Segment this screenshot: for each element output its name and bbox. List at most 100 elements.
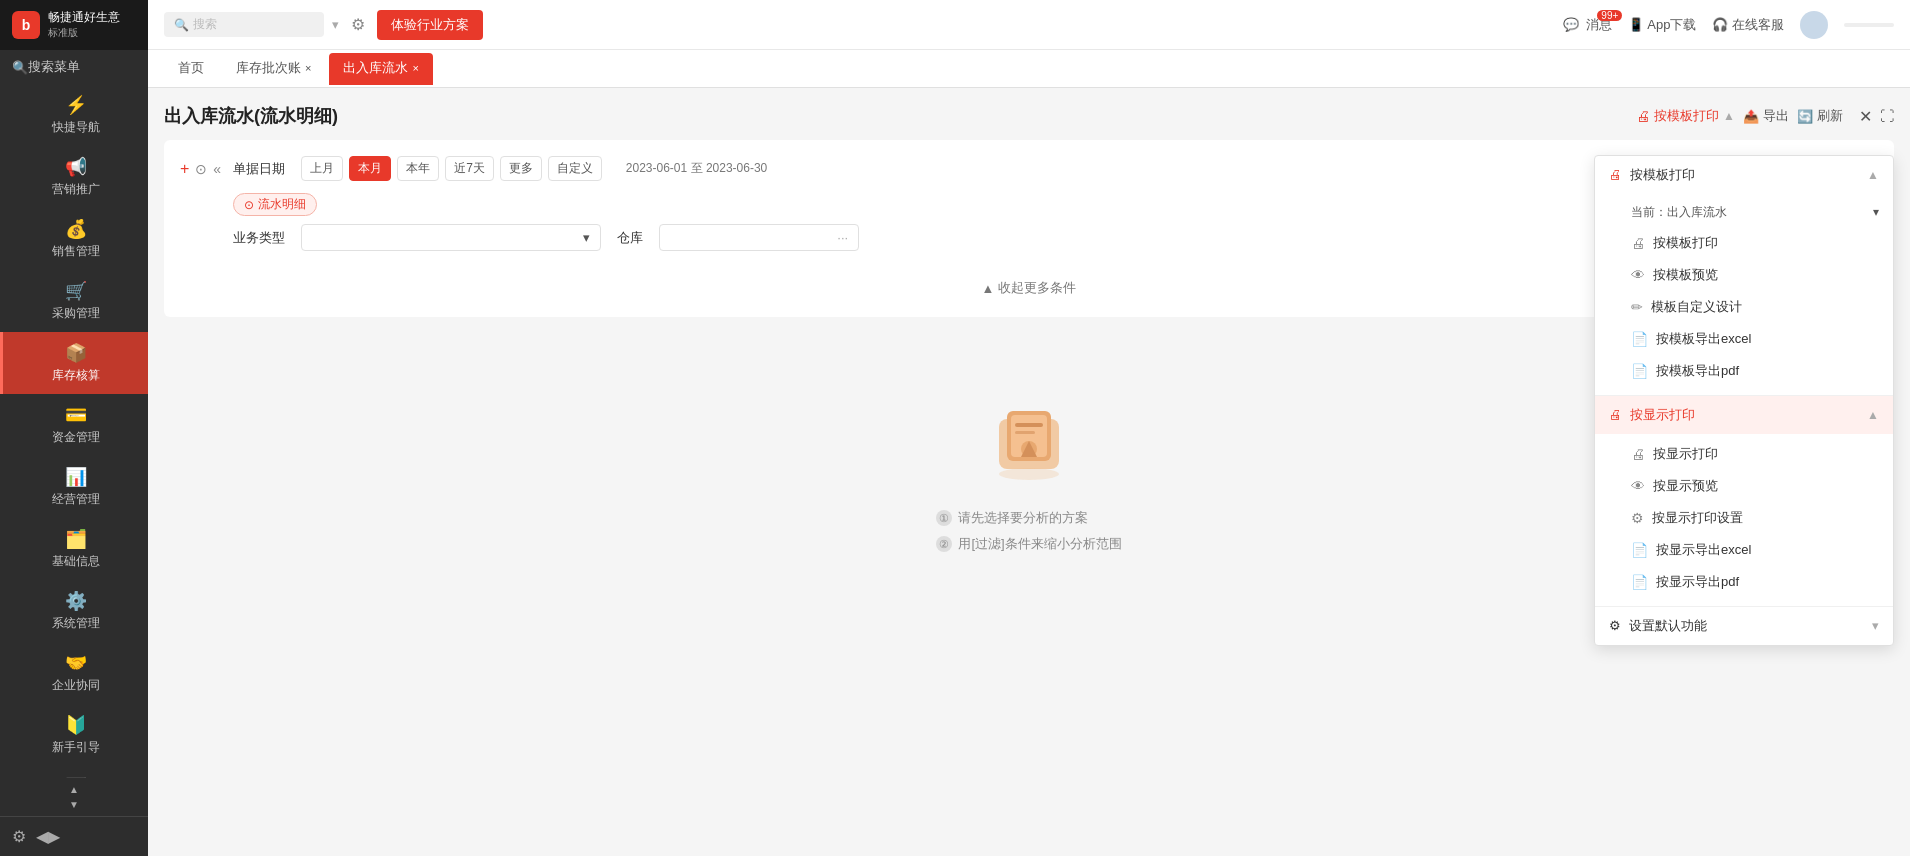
display-export-pdf-item[interactable]: 📄 按显示导出pdf (1595, 566, 1893, 598)
sidebar-item-basic[interactable]: 🗂️ 基础信息 (0, 518, 148, 580)
filter-type-row: ⊙ 流水明细 (233, 193, 1800, 216)
inventory-icon: 📦 (65, 342, 87, 364)
set-default-chevron: ▾ (1872, 618, 1879, 633)
topbar-left: 🔍 搜索 ▾ ⚙ 体验行业方案 (164, 10, 1555, 40)
expand-window-icon[interactable]: ⛶ (1880, 108, 1894, 124)
filter-chip[interactable]: ⊙ 流水明细 (233, 193, 317, 216)
collapse-sidebar-icon[interactable]: ◀▶ (36, 827, 60, 846)
page-header: 出入库流水(流水明细) 🖨 按模板打印 ▲ 📤 导出 🔄 刷新 (164, 104, 1894, 128)
message-area[interactable]: 💬 99+ 消息 (1563, 16, 1613, 34)
sidebar-item-operation[interactable]: 📊 经营管理 (0, 456, 148, 518)
filter-tag-current-year[interactable]: 本年 (397, 156, 439, 181)
sidebar-item-marketing[interactable]: 📢 营销推广 (0, 146, 148, 208)
company-icon: 🤝 (65, 652, 87, 674)
topbar-gear-icon[interactable]: ⚙ (351, 15, 365, 34)
sidebar-search[interactable]: 🔍 搜索菜单 (0, 50, 148, 84)
template-print-item-label: 按模板打印 (1653, 234, 1718, 252)
empty-tip-2: ② 用[过滤]条件来缩小分析范围 (936, 531, 1121, 557)
filter-tag-more[interactable]: 更多 (500, 156, 542, 181)
sales-icon: 💰 (65, 218, 87, 240)
filter-tag-current-month[interactable]: 本月 (349, 156, 391, 181)
filter-collapse-icon[interactable]: « (213, 161, 221, 177)
message-icon: 💬 (1563, 17, 1579, 32)
display-print-item[interactable]: 🖨 按显示打印 (1595, 438, 1893, 470)
tab-home[interactable]: 首页 (164, 53, 218, 85)
filter-tag-last-7[interactable]: 近7天 (445, 156, 494, 181)
sidebar-item-quick-nav[interactable]: ⚡ 快捷导航 (0, 84, 148, 146)
tab-flow-close[interactable]: × (412, 62, 418, 74)
page-title: 出入库流水(流水明细) (164, 104, 338, 128)
filter-biz-select[interactable]: ▾ (301, 224, 601, 251)
sidebar-item-label: 新手引导 (52, 739, 100, 756)
sidebar-item-label: 资金管理 (52, 429, 100, 446)
refresh-btn[interactable]: 🔄 刷新 (1797, 107, 1843, 125)
template-chevron-up-icon[interactable]: ▲ (1867, 168, 1879, 182)
sidebar-item-appstore[interactable]: 🔲 应用中心 (0, 766, 148, 778)
scroll-down-btn[interactable]: ▼ (67, 797, 81, 812)
sidebar: b 畅捷通好生意 标准版 🔍 搜索菜单 ⚡ 快捷导航 📢 营销推广 💰 销售管理… (0, 0, 148, 856)
template-export-pdf-item[interactable]: 📄 按模板导出pdf (1595, 355, 1893, 387)
filter-warehouse-select[interactable]: ··· (659, 224, 859, 251)
display-section: 🖨 按显示打印 ▲ 🖨 按显示打印 👁 (1595, 396, 1893, 607)
sidebar-item-sales[interactable]: 💰 销售管理 (0, 208, 148, 270)
user-avatar[interactable] (1800, 11, 1828, 39)
display-export-pdf-label: 按显示导出pdf (1656, 573, 1739, 591)
close-window-icon[interactable]: ✕ (1859, 107, 1872, 126)
template-sub: 当前：出入库流水 ▾ 🖨 按模板打印 👁 按模板预览 (1595, 194, 1893, 395)
template-print-item[interactable]: 🖨 按模板打印 (1595, 227, 1893, 259)
sidebar-item-guide[interactable]: 🔰 新手引导 (0, 704, 148, 766)
filter-date-range: 2023-06-01 至 2023-06-30 (626, 160, 767, 177)
tab-batch[interactable]: 库存批次账 × (222, 53, 325, 85)
app-download[interactable]: 📱 App下载 (1628, 16, 1696, 34)
display-header[interactable]: 🖨 按显示打印 ▲ (1595, 396, 1893, 434)
empty-tip-1: ① 请先选择要分析的方案 (936, 505, 1121, 531)
template-export-excel-item[interactable]: 📄 按模板导出excel (1595, 323, 1893, 355)
online-service-icon: 🎧 (1712, 17, 1728, 32)
print-template-btn[interactable]: 按模板打印 (1654, 107, 1719, 125)
tab-flow-label: 出入库流水 (343, 59, 408, 77)
set-default-row[interactable]: ⚙ 设置默认功能 ▾ (1595, 607, 1893, 645)
filter-add-icon[interactable]: + (180, 160, 189, 178)
template-preview-item-icon: 👁 (1631, 267, 1645, 283)
topbar-search[interactable]: 🔍 搜索 (164, 12, 324, 37)
sidebar-item-finance[interactable]: 💳 资金管理 (0, 394, 148, 456)
online-service[interactable]: 🎧 在线客服 (1712, 16, 1784, 34)
industry-btn[interactable]: 体验行业方案 (377, 10, 483, 40)
basic-icon: 🗂️ (65, 528, 87, 550)
display-chevron-icon[interactable]: ▲ (1867, 408, 1879, 422)
export-label: 导出 (1763, 107, 1789, 125)
display-preview-item[interactable]: 👁 按显示预览 (1595, 470, 1893, 502)
svg-rect-5 (1015, 431, 1035, 434)
refresh-icon: 🔄 (1797, 109, 1813, 124)
filter-settings-icon[interactable]: ⊙ (195, 161, 207, 177)
export-btn[interactable]: 📤 导出 (1743, 107, 1789, 125)
display-preview-item-icon: 👁 (1631, 478, 1645, 494)
svg-rect-4 (1015, 423, 1043, 427)
filter-warehouse-dots[interactable]: ··· (837, 230, 848, 245)
template-print-header-icon: 🖨 (1609, 167, 1622, 182)
template-export-pdf-icon: 📄 (1631, 363, 1648, 379)
app-download-icon: 📱 (1628, 17, 1644, 32)
template-preview-item[interactable]: 👁 按模板预览 (1595, 259, 1893, 291)
tip-text-1: 请先选择要分析的方案 (958, 505, 1088, 531)
tab-flow[interactable]: 出入库流水 × (329, 53, 432, 85)
sidebar-item-system[interactable]: ⚙️ 系统管理 (0, 580, 148, 642)
sidebar-item-company[interactable]: 🤝 企业协同 (0, 642, 148, 704)
chevron-up-icon[interactable]: ▲ (1723, 109, 1735, 123)
tab-batch-close[interactable]: × (305, 62, 311, 74)
display-print-settings-item[interactable]: ⚙ 按显示打印设置 (1595, 502, 1893, 534)
sidebar-item-label: 采购管理 (52, 305, 100, 322)
sidebar-item-purchase[interactable]: 🛒 采购管理 (0, 270, 148, 332)
template-header[interactable]: 🖨 按模板打印 ▲ (1595, 156, 1893, 194)
template-print-header-label: 按模板打印 (1630, 166, 1695, 184)
current-template[interactable]: 当前：出入库流水 ▾ (1595, 198, 1893, 227)
filter-tag-last-month[interactable]: 上月 (301, 156, 343, 181)
finance-icon: 💳 (65, 404, 87, 426)
settings-bottom-icon[interactable]: ⚙ (12, 827, 26, 846)
template-customize-item-label: 模板自定义设计 (1651, 298, 1742, 316)
display-export-excel-item[interactable]: 📄 按显示导出excel (1595, 534, 1893, 566)
scroll-up-btn[interactable]: ▲ (67, 782, 81, 797)
filter-tag-custom[interactable]: 自定义 (548, 156, 602, 181)
template-customize-item[interactable]: ✏ 模板自定义设计 (1595, 291, 1893, 323)
sidebar-item-inventory[interactable]: 📦 库存核算 (0, 332, 148, 394)
